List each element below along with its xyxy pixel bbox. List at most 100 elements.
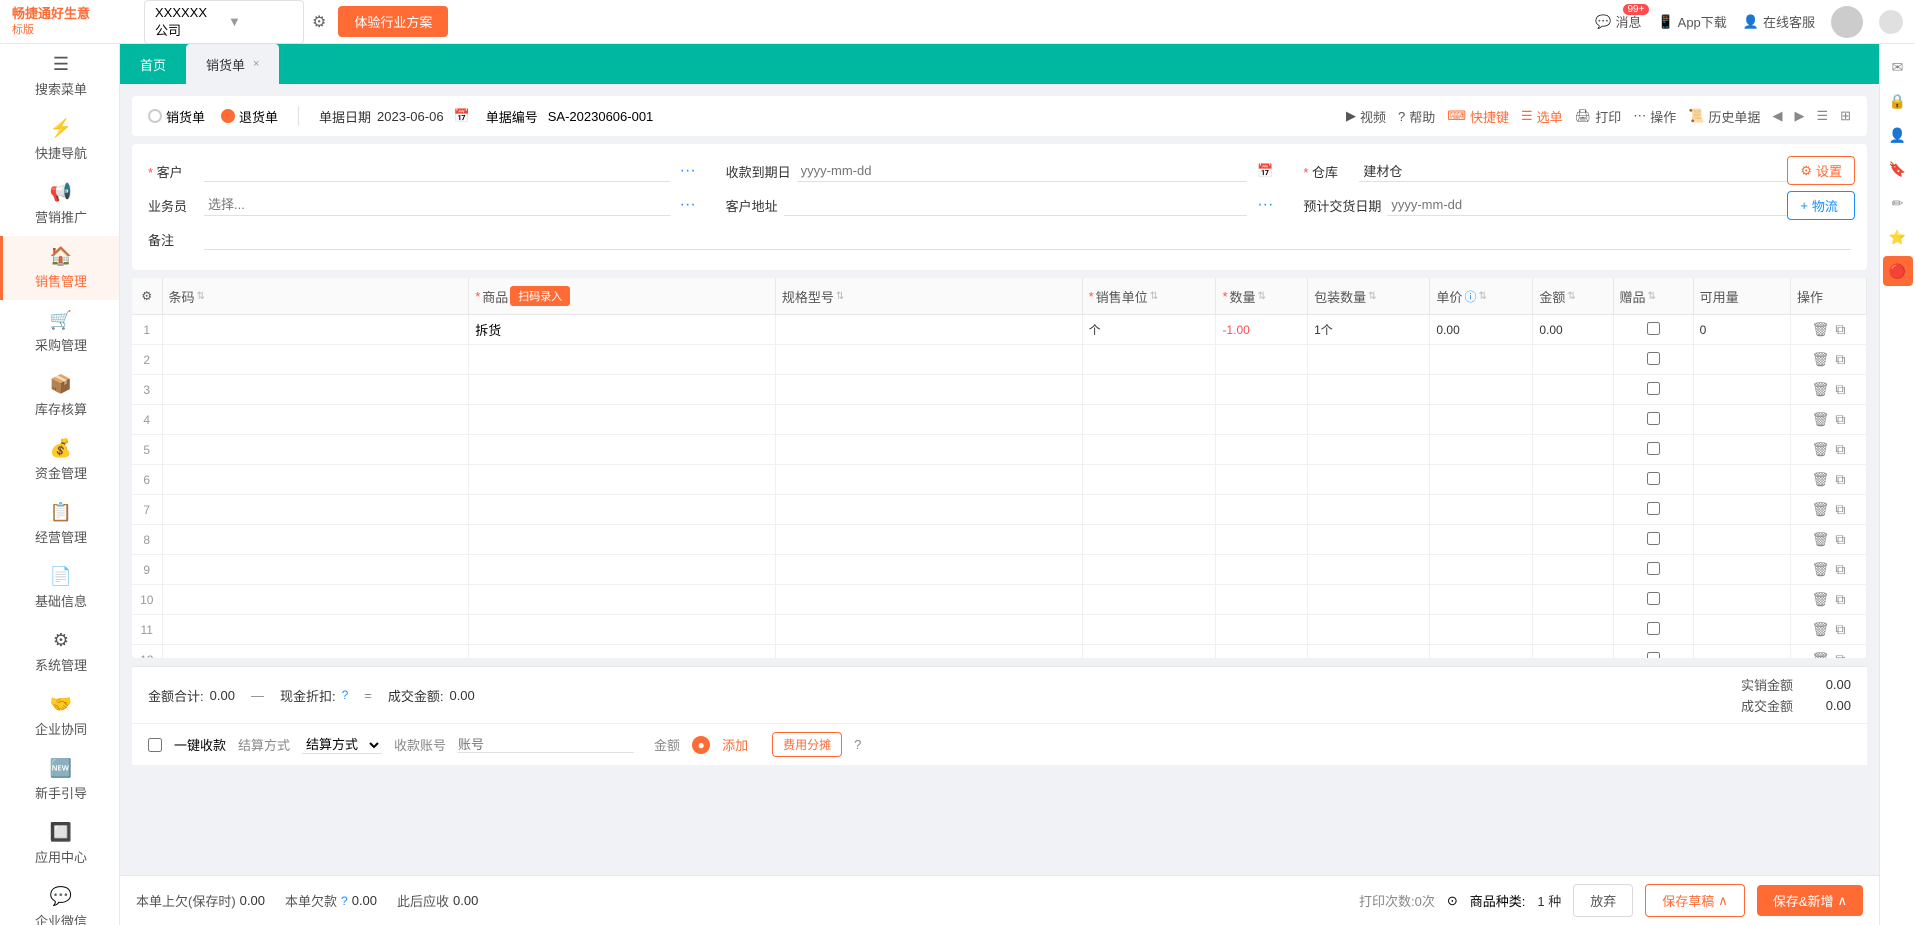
cell-amount[interactable]: [1533, 615, 1613, 645]
spec-input[interactable]: [782, 442, 1076, 457]
gift-checkbox[interactable]: [1647, 412, 1660, 425]
nav-left-icon[interactable]: ◀: [1772, 108, 1782, 124]
cell-gift[interactable]: [1613, 345, 1693, 375]
spec-input[interactable]: [782, 502, 1076, 517]
sidebar-item-biz[interactable]: 📋 经营管理: [0, 492, 119, 556]
delete-icon[interactable]: 🗑: [1812, 351, 1830, 368]
cell-qty[interactable]: [1216, 615, 1308, 645]
sidebar-item-purchase[interactable]: 🛒 采购管理: [0, 300, 119, 364]
barcode-input[interactable]: [169, 352, 463, 367]
add-payment-btn[interactable]: ●: [692, 736, 710, 754]
product-input[interactable]: [475, 562, 769, 577]
product-input[interactable]: [475, 352, 769, 367]
cell-barcode[interactable]: [162, 645, 469, 659]
delete-icon[interactable]: 🗑: [1812, 411, 1830, 428]
cell-gift[interactable]: [1613, 435, 1693, 465]
expected-date-input[interactable]: [1387, 194, 1824, 216]
cell-unit[interactable]: [1082, 645, 1216, 659]
sidebar-item-basic[interactable]: 📄 基础信息: [0, 556, 119, 620]
toolbar-select[interactable]: ☰ 选单: [1521, 107, 1563, 126]
cell-qty[interactable]: [1216, 345, 1308, 375]
barcode-input[interactable]: [169, 592, 463, 607]
cell-unit[interactable]: [1082, 465, 1216, 495]
spec-input[interactable]: [782, 652, 1076, 658]
spec-input[interactable]: [782, 412, 1076, 427]
th-unit-price-sort[interactable]: ⇅: [1478, 291, 1486, 302]
cell-product[interactable]: [469, 585, 776, 615]
barcode-input[interactable]: [169, 622, 463, 637]
cell-unit-price[interactable]: [1430, 405, 1533, 435]
online-service-item[interactable]: 👤 在线客服: [1743, 12, 1815, 31]
abandon-btn[interactable]: 放弃: [1573, 884, 1633, 917]
date-value[interactable]: 2023-06-06: [377, 109, 444, 124]
cell-unit[interactable]: [1082, 585, 1216, 615]
barcode-input[interactable]: [169, 412, 463, 427]
barcode-input[interactable]: [169, 652, 463, 658]
cell-spec[interactable]: [775, 615, 1082, 645]
gift-checkbox[interactable]: [1647, 442, 1660, 455]
cell-unit-price[interactable]: [1430, 345, 1533, 375]
barcode-input[interactable]: [169, 532, 463, 547]
product-input[interactable]: [475, 472, 769, 487]
cell-amount[interactable]: [1533, 345, 1613, 375]
radio-sales[interactable]: 销货单: [148, 107, 205, 126]
cell-spec[interactable]: [775, 375, 1082, 405]
date-calendar-icon[interactable]: 📅: [454, 108, 470, 124]
save-new-btn[interactable]: 保存&新增 ∧: [1757, 885, 1863, 916]
cell-pkg-qty[interactable]: [1308, 465, 1430, 495]
barcode-input[interactable]: [169, 442, 463, 457]
copy-icon[interactable]: ⧉: [1835, 591, 1845, 608]
cell-unit-price[interactable]: [1430, 645, 1533, 659]
company-selector[interactable]: XXXXXX公司 ▼: [144, 0, 304, 44]
cell-unit-price[interactable]: [1430, 465, 1533, 495]
spec-input[interactable]: [782, 352, 1076, 367]
cell-pkg-qty[interactable]: [1308, 615, 1430, 645]
copy-icon[interactable]: ⧉: [1835, 501, 1845, 518]
sidebar-item-marketing[interactable]: 📢 营销推广: [0, 172, 119, 236]
cell-spec[interactable]: [775, 405, 1082, 435]
gift-checkbox[interactable]: [1647, 652, 1660, 659]
cell-pkg-qty[interactable]: [1308, 525, 1430, 555]
cell-unit-price[interactable]: 0.00: [1430, 315, 1533, 345]
toolbar-video[interactable]: ▶ 视频: [1346, 107, 1386, 126]
sidebar-item-wechat[interactable]: 💬 企业微信: [0, 876, 119, 925]
cell-product[interactable]: [469, 525, 776, 555]
gift-checkbox[interactable]: [1647, 622, 1660, 635]
payment-due-input[interactable]: [797, 160, 1247, 182]
right-panel-user[interactable]: 👤: [1883, 120, 1913, 150]
list-view-icon[interactable]: ☰: [1816, 108, 1828, 124]
cell-pkg-qty[interactable]: [1308, 495, 1430, 525]
notes-input[interactable]: [204, 228, 1851, 250]
spec-input[interactable]: [782, 322, 1076, 337]
copy-icon[interactable]: ⧉: [1835, 441, 1845, 458]
tab-close-icon[interactable]: ×: [253, 58, 259, 70]
payment-help-icon[interactable]: ?: [854, 737, 861, 752]
th-spec-sort[interactable]: ⇅: [836, 291, 844, 302]
cell-barcode[interactable]: [162, 435, 469, 465]
cell-spec[interactable]: [775, 585, 1082, 615]
cell-gift[interactable]: [1613, 645, 1693, 659]
sidebar-item-enterprise[interactable]: 🤝 企业协同: [0, 684, 119, 748]
cell-amount[interactable]: [1533, 555, 1613, 585]
cell-amount[interactable]: [1533, 405, 1613, 435]
cell-unit[interactable]: 个: [1082, 315, 1216, 345]
copy-icon[interactable]: ⧉: [1835, 471, 1845, 488]
cell-spec[interactable]: [775, 555, 1082, 585]
cell-gift[interactable]: [1613, 555, 1693, 585]
save-draft-btn[interactable]: 保存草稿 ∧: [1645, 884, 1745, 917]
cell-gift[interactable]: [1613, 375, 1693, 405]
cell-amount[interactable]: [1533, 645, 1613, 659]
app-download-item[interactable]: 📱 App下载: [1657, 12, 1726, 31]
cell-unit-price[interactable]: [1430, 585, 1533, 615]
message-item[interactable]: 💬 消息 99+: [1595, 12, 1641, 31]
delete-icon[interactable]: 🗑: [1812, 621, 1830, 638]
cell-unit-price[interactable]: [1430, 375, 1533, 405]
cell-amount[interactable]: [1533, 435, 1613, 465]
copy-icon[interactable]: ⧉: [1835, 351, 1845, 368]
cell-spec[interactable]: [775, 315, 1082, 345]
cell-qty[interactable]: -1.00: [1216, 315, 1308, 345]
spec-input[interactable]: [782, 592, 1076, 607]
spec-input[interactable]: [782, 472, 1076, 487]
cell-amount[interactable]: [1533, 495, 1613, 525]
right-panel-star[interactable]: ⭐: [1883, 222, 1913, 252]
